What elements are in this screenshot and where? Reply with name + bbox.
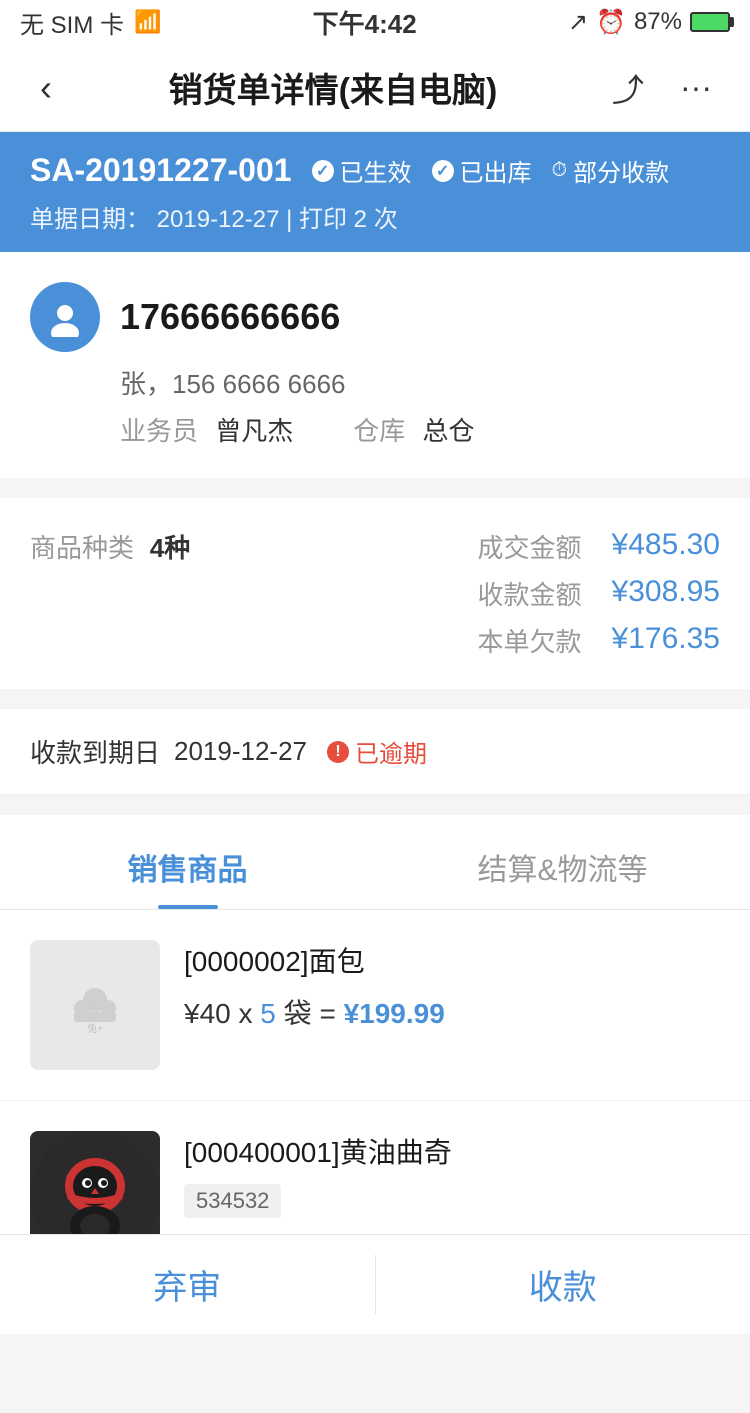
product-name-2: [000400001]黄油曲奇 xyxy=(184,1131,720,1171)
battery-icon xyxy=(690,12,730,32)
transaction-label: 成交金额 xyxy=(478,528,582,565)
more-button[interactable]: ··· xyxy=(672,61,720,114)
status-right: ↗ ⏰ 87% xyxy=(568,8,730,37)
customer-avatar xyxy=(30,282,100,352)
tab-sales-products[interactable]: 销售商品 xyxy=(0,815,375,909)
check-icon-2: ✓ xyxy=(432,160,454,182)
alarm-icon: ⏰ xyxy=(596,8,626,37)
overdue-text: 已逾期 xyxy=(355,734,427,769)
customer-section: 17666666666 张，156 6666 6666 业务员 曾凡杰 仓库 总… xyxy=(0,252,750,478)
check-icon-1: ✓ xyxy=(312,160,334,182)
product-total-1: ¥199.99 xyxy=(344,998,445,1029)
location-icon: ↗ xyxy=(568,8,588,37)
divider-2 xyxy=(0,699,750,709)
product-thumb-1: 兔+ xyxy=(30,940,160,1070)
overdue-date: 2019-12-27 xyxy=(174,736,307,767)
nav-bar: ‹ 销货单详情(来自电脑) ⤴ ··· xyxy=(0,44,750,132)
order-date-info: 单据日期： 2019-12-27 | 打印 2 次 xyxy=(30,199,720,234)
transaction-amount: ¥485.30 xyxy=(612,528,720,565)
carrier-text: 无 SIM 卡 xyxy=(20,5,124,40)
overdue-dot-icon: ! xyxy=(327,741,349,763)
share-button[interactable]: ⤴ xyxy=(604,57,652,119)
bottom-bar: 弃审 收款 xyxy=(0,1234,750,1334)
tab-settlement[interactable]: 结算&物流等 xyxy=(375,815,750,909)
order-id: SA-20191227-001 xyxy=(30,152,292,189)
product-name-1: [0000002]面包 xyxy=(184,940,720,980)
product-type-count: 4种 xyxy=(150,533,190,563)
overdue-section: 收款到期日 2019-12-27 ! 已逾期 xyxy=(0,709,750,795)
product-sku-2: 534532 xyxy=(184,1184,281,1218)
cancel-button[interactable]: 弃审 xyxy=(0,1235,375,1334)
divider-3 xyxy=(0,805,750,815)
status-badge-3: ⏱ 部分收款 xyxy=(552,153,670,188)
warehouse-name: 总仓 xyxy=(423,416,475,446)
status-bar: 无 SIM 卡 📶 下午4:42 ↗ ⏰ 87% xyxy=(0,0,750,44)
battery-text: 87% xyxy=(634,8,682,36)
tabs-section: 销售商品 结算&物流等 xyxy=(0,815,750,910)
confirm-button[interactable]: 收款 xyxy=(376,1235,750,1334)
received-label: 收款金额 xyxy=(478,575,582,612)
svg-text:兔+: 兔+ xyxy=(87,1022,103,1035)
status-badge-2: ✓ 已出库 xyxy=(432,153,532,188)
debt-amount: ¥176.35 xyxy=(612,622,720,659)
customer-meta: 业务员 曾凡杰 仓库 总仓 xyxy=(120,411,720,448)
summary-section: 商品种类 4种 成交金额 ¥485.30 收款金额 ¥308.95 本单欠款 ¥… xyxy=(0,498,750,689)
divider-1 xyxy=(0,488,750,498)
status-time: 下午4:42 xyxy=(313,4,417,41)
nav-actions: ⤴ ··· xyxy=(604,57,720,119)
customer-name-phone: 张，156 6666 6666 xyxy=(120,364,720,401)
page-title: 销货单详情(来自电脑) xyxy=(169,63,498,112)
sales-name: 曾凡杰 xyxy=(215,416,293,446)
status-badge-1: ✓ 已生效 xyxy=(312,153,412,188)
status-left: 无 SIM 卡 📶 xyxy=(20,5,161,40)
debt-label: 本单欠款 xyxy=(478,622,582,659)
product-qty-1: 5 xyxy=(260,998,276,1029)
received-amount: ¥308.95 xyxy=(612,575,720,612)
warehouse-label: 仓库 xyxy=(353,416,405,446)
product-type-label: 商品种类 xyxy=(30,533,134,563)
overdue-label: 收款到期日 xyxy=(30,733,160,770)
product-item-1: 兔+ [0000002]面包 ¥40 x 5 袋 = ¥199.99 xyxy=(0,910,750,1101)
product-price-1: ¥40 x 5 袋 = ¥199.99 xyxy=(184,992,720,1032)
overdue-badge: ! 已逾期 xyxy=(327,734,427,769)
product-info-1: [0000002]面包 ¥40 x 5 袋 = ¥199.99 xyxy=(184,940,720,1032)
back-button[interactable]: ‹ xyxy=(30,57,62,119)
sales-label: 业务员 xyxy=(120,416,198,446)
order-header: SA-20191227-001 ✓ 已生效 ✓ 已出库 ⏱ 部分收款 单据日期：… xyxy=(0,132,750,252)
clock-icon: ⏱ xyxy=(552,159,568,182)
wifi-icon: 📶 xyxy=(134,9,161,35)
customer-account-id: 17666666666 xyxy=(120,296,340,338)
